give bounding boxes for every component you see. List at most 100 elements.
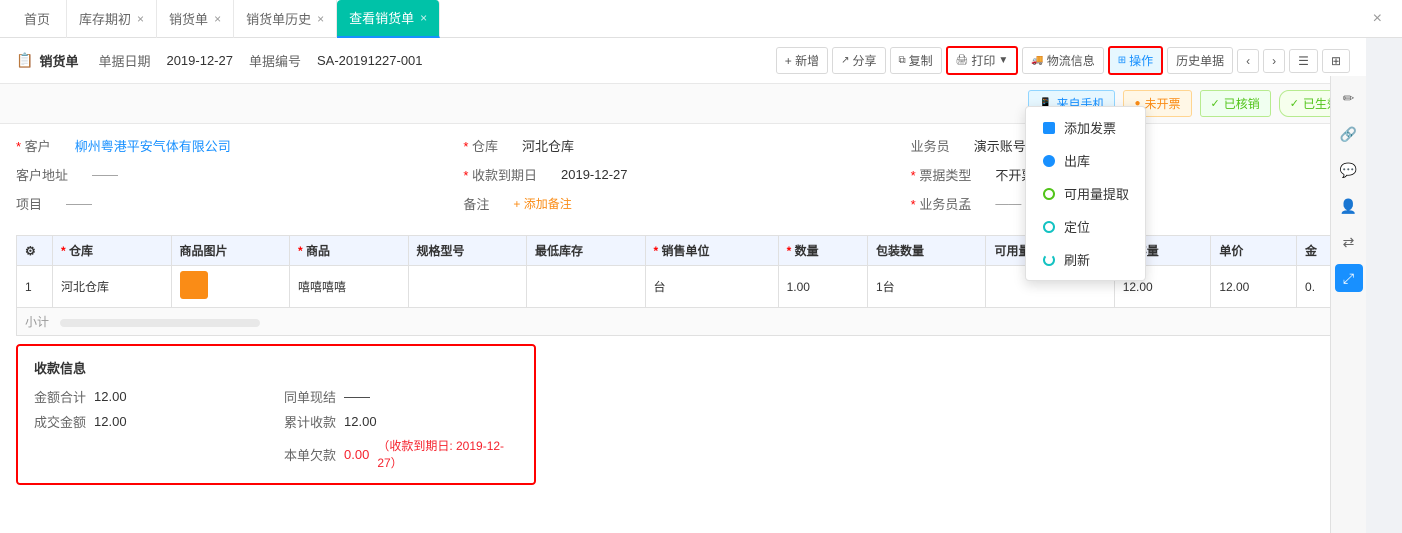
number-value: SA-20191227-001 [317, 53, 423, 68]
add-note-button[interactable]: 添加备注 [513, 195, 571, 212]
col-spec: 规格型号 [408, 236, 527, 266]
form-row-2: 客户地址 —— 收款到期日 2019-12-27 票据类型 不开票 [16, 165, 1350, 184]
print-button[interactable]: 🖨 打印 ▼ [946, 46, 1019, 75]
customer-value[interactable]: 柳州粤港平安气体有限公司 [75, 136, 231, 155]
col-warehouse: 仓库 [53, 236, 172, 266]
tab-sales-order[interactable]: 销货单 × [157, 0, 234, 38]
share-button[interactable]: ↗ 分享 [832, 47, 885, 74]
tab-bar: 首页 库存期初 × 销货单 × 销货单历史 × 查看销货单 × × [0, 0, 1402, 38]
staff-label: 业务员 [911, 136, 950, 155]
table-header-row: ⚙ 仓库 商品图片 商品 规格型号 最低库存 销售单位 数量 包装数量 可用量 … [17, 236, 1350, 266]
history-button[interactable]: 历史单据 [1167, 47, 1233, 74]
payment-info-box: 收款信息 金额合计 12.00 同单现结 —— 成交金额 12.00 累计收款 … [16, 344, 536, 485]
tab-close-inventory[interactable]: × [137, 12, 144, 26]
row-warehouse: 河北仓库 [53, 266, 172, 308]
warehouse-field: 仓库 河北仓库 [463, 136, 902, 155]
dropdown-item-outbound[interactable]: 出库 [1026, 144, 1145, 177]
payment-date-field: 收款到期日 2019-12-27 [463, 165, 902, 184]
dropdown-item-available[interactable]: 可用量提取 [1026, 177, 1145, 210]
due-amount-value: 0.00 [344, 447, 369, 462]
col-product: 商品 [290, 236, 409, 266]
staff-value: 演示账号 [974, 136, 1026, 155]
row-min-stock [527, 266, 646, 308]
action-bar: 📱 来自手机 ● 未开票 ✓ 已核销 ✓ 已生效 [0, 84, 1366, 124]
col-unit-price: 单价 [1211, 236, 1297, 266]
col-image: 商品图片 [171, 236, 290, 266]
operations-dropdown: 添加发票 出库 可用量提取 定位 [1025, 106, 1146, 281]
side-icon-link[interactable]: 🔗 [1335, 120, 1363, 148]
dropdown-item-locate[interactable]: 定位 [1026, 210, 1145, 243]
deal-amount-value: 12.00 [94, 414, 127, 429]
address-field: 客户地址 —— [16, 165, 455, 184]
locate-icon [1042, 220, 1056, 234]
nav-prev-button[interactable]: ‹ [1237, 49, 1259, 73]
tab-home[interactable]: 首页 [8, 0, 67, 38]
available-icon [1042, 187, 1056, 201]
operations-button[interactable]: ⊞ 操作 [1108, 46, 1163, 75]
side-icon-expand[interactable]: ⤢ [1335, 264, 1363, 292]
row-unit-price: 12.00 [1211, 266, 1297, 308]
nav-next-button[interactable]: › [1263, 49, 1285, 73]
row-product: 嘻嘻嘻嘻 [290, 266, 409, 308]
biz-staff-label: 业务员孟 [911, 194, 972, 213]
customer-label: 客户 [16, 136, 51, 155]
total-value: 12.00 [94, 389, 127, 404]
customer-field: 客户 柳州粤港平安气体有限公司 [16, 136, 455, 155]
payment-date-label: 收款到期日 [463, 165, 537, 184]
address-value: —— [92, 167, 118, 182]
project-label: 项目 [16, 194, 42, 213]
subtotal-label: 小计 [17, 308, 1350, 336]
warehouse-value: 河北仓库 [522, 136, 574, 155]
row-spec [408, 266, 527, 308]
tab-close-view-sales[interactable]: × [420, 11, 427, 25]
cumulative-value: 12.00 [344, 414, 377, 429]
confirm-button[interactable]: ✓ 已核销 [1200, 90, 1271, 117]
form-section: 客户 柳州粤港平安气体有限公司 仓库 河北仓库 业务员 演示账号 客户地址 —— [0, 124, 1366, 235]
address-label: 客户地址 [16, 165, 68, 184]
form-row-3: 项目 —— 备注 添加备注 业务员孟 —— [16, 194, 1350, 213]
col-settings[interactable]: ⚙ [17, 236, 53, 266]
date-label: 单据日期 [98, 51, 150, 70]
new-button[interactable]: + 新增 [776, 47, 828, 74]
side-icon-transfer[interactable]: ⇄ [1335, 228, 1363, 256]
payment-date-value: 2019-12-27 [561, 167, 628, 182]
due-note: （收款到期日: 2019-12-27） [377, 437, 518, 471]
view-grid-button[interactable]: ⊞ [1322, 49, 1350, 73]
total-row: 金额合计 12.00 [34, 387, 268, 406]
table-row: 1 河北仓库 嘻嘻嘻嘻 台 1.00 1台 12.00 12.00 [17, 266, 1350, 308]
ticket-type-label: 票据类型 [911, 165, 972, 184]
scrollbar[interactable] [60, 319, 260, 327]
cumulative-row: 累计收款 12.00 [284, 412, 518, 431]
payment-grid: 金额合计 12.00 同单现结 —— 成交金额 12.00 累计收款 12.00 [34, 387, 518, 471]
tab-inventory-init[interactable]: 库存期初 × [67, 0, 157, 38]
doc-meta: 单据日期 2019-12-27 单据编号 SA-20191227-001 [98, 51, 422, 70]
dropdown-item-add-invoice[interactable]: 添加发票 [1026, 111, 1145, 144]
deal-amount-label: 成交金额 [34, 412, 86, 431]
project-value: —— [66, 196, 92, 211]
product-thumbnail [180, 271, 208, 299]
row-num: 1 [17, 266, 53, 308]
same-order-label: 同单现结 [284, 387, 336, 406]
copy-button[interactable]: ⧉ 复制 [890, 47, 942, 74]
row-image [171, 266, 290, 308]
cumulative-label: 累计收款 [284, 412, 336, 431]
same-order-row: 同单现结 —— [284, 387, 518, 406]
side-icon-edit[interactable]: ✏ [1335, 84, 1363, 112]
logistics-button[interactable]: 🚚 物流信息 [1022, 47, 1103, 74]
view-list-button[interactable]: ☰ [1289, 49, 1318, 73]
dropdown-item-refresh[interactable]: 刷新 [1026, 243, 1145, 276]
side-icon-user[interactable]: 👤 [1335, 192, 1363, 220]
toolbar: + 新增 ↗ 分享 ⧉ 复制 🖨 打印 ▼ 🚚 物流信息 [776, 46, 1350, 75]
tab-close-history[interactable]: × [317, 12, 324, 26]
side-icon-comment[interactable]: 💬 [1335, 156, 1363, 184]
subtotal-row: 小计 [17, 308, 1350, 336]
biz-staff-value: —— [995, 196, 1021, 211]
tab-close-sales[interactable]: × [214, 12, 221, 26]
tab-view-sales[interactable]: 查看销货单 × [337, 0, 440, 38]
deal-amount-row: 成交金额 12.00 [34, 412, 268, 431]
tab-sales-history[interactable]: 销货单历史 × [234, 0, 337, 38]
window-close-button[interactable]: × [1361, 10, 1394, 28]
note-label: 备注 [463, 194, 489, 213]
warehouse-label: 仓库 [463, 136, 498, 155]
row-pack-qty: 1台 [867, 266, 986, 308]
